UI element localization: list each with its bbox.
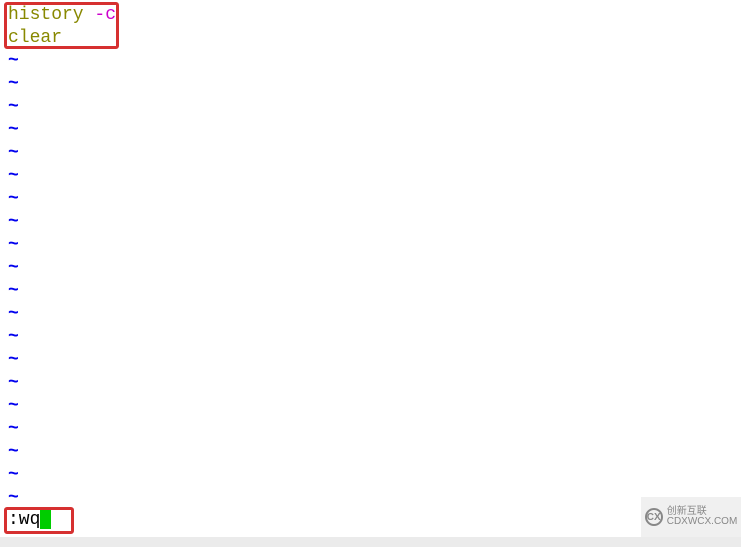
tilde-line: ~ bbox=[8, 234, 741, 257]
tilde-line: ~ bbox=[8, 441, 741, 464]
vim-command-line[interactable]: :wq bbox=[8, 509, 51, 532]
tilde-line: ~ bbox=[8, 303, 741, 326]
empty-lines: ~~~~~~~~~~~~~~~~~~~~ bbox=[8, 50, 741, 510]
tilde-line: ~ bbox=[8, 372, 741, 395]
cursor-block bbox=[40, 510, 51, 529]
tilde-line: ~ bbox=[8, 211, 741, 234]
watermark-line2: CDXWCX.COM bbox=[667, 517, 738, 527]
tilde-line: ~ bbox=[8, 73, 741, 96]
cmd-text: clear bbox=[8, 28, 62, 48]
tilde-line: ~ bbox=[8, 418, 741, 441]
tilde-line: ~ bbox=[8, 349, 741, 372]
watermark: CX 创新互联 CDXWCX.COM bbox=[641, 497, 741, 537]
bottom-bar bbox=[0, 537, 741, 547]
file-line-2: clear bbox=[8, 27, 741, 50]
tilde-line: ~ bbox=[8, 188, 741, 211]
cmd-flag: -c bbox=[84, 5, 116, 25]
tilde-line: ~ bbox=[8, 395, 741, 418]
tilde-line: ~ bbox=[8, 96, 741, 119]
cmd-text: history bbox=[8, 5, 84, 25]
watermark-text: 创新互联 CDXWCX.COM bbox=[667, 507, 738, 527]
editor-content: history -c clear ~~~~~~~~~~~~~~~~~~~~ bbox=[8, 4, 741, 510]
tilde-line: ~ bbox=[8, 50, 741, 73]
tilde-line: ~ bbox=[8, 165, 741, 188]
command-text: :wq bbox=[8, 510, 40, 530]
tilde-line: ~ bbox=[8, 280, 741, 303]
tilde-line: ~ bbox=[8, 142, 741, 165]
tilde-line: ~ bbox=[8, 464, 741, 487]
vim-editor[interactable]: history -c clear ~~~~~~~~~~~~~~~~~~~~ :w… bbox=[0, 0, 741, 547]
file-line-1: history -c bbox=[8, 4, 741, 27]
tilde-line: ~ bbox=[8, 326, 741, 349]
watermark-logo: CX 创新互联 CDXWCX.COM bbox=[645, 507, 738, 527]
tilde-line: ~ bbox=[8, 119, 741, 142]
tilde-line: ~ bbox=[8, 257, 741, 280]
tilde-line: ~ bbox=[8, 487, 741, 510]
watermark-icon: CX bbox=[645, 508, 663, 526]
